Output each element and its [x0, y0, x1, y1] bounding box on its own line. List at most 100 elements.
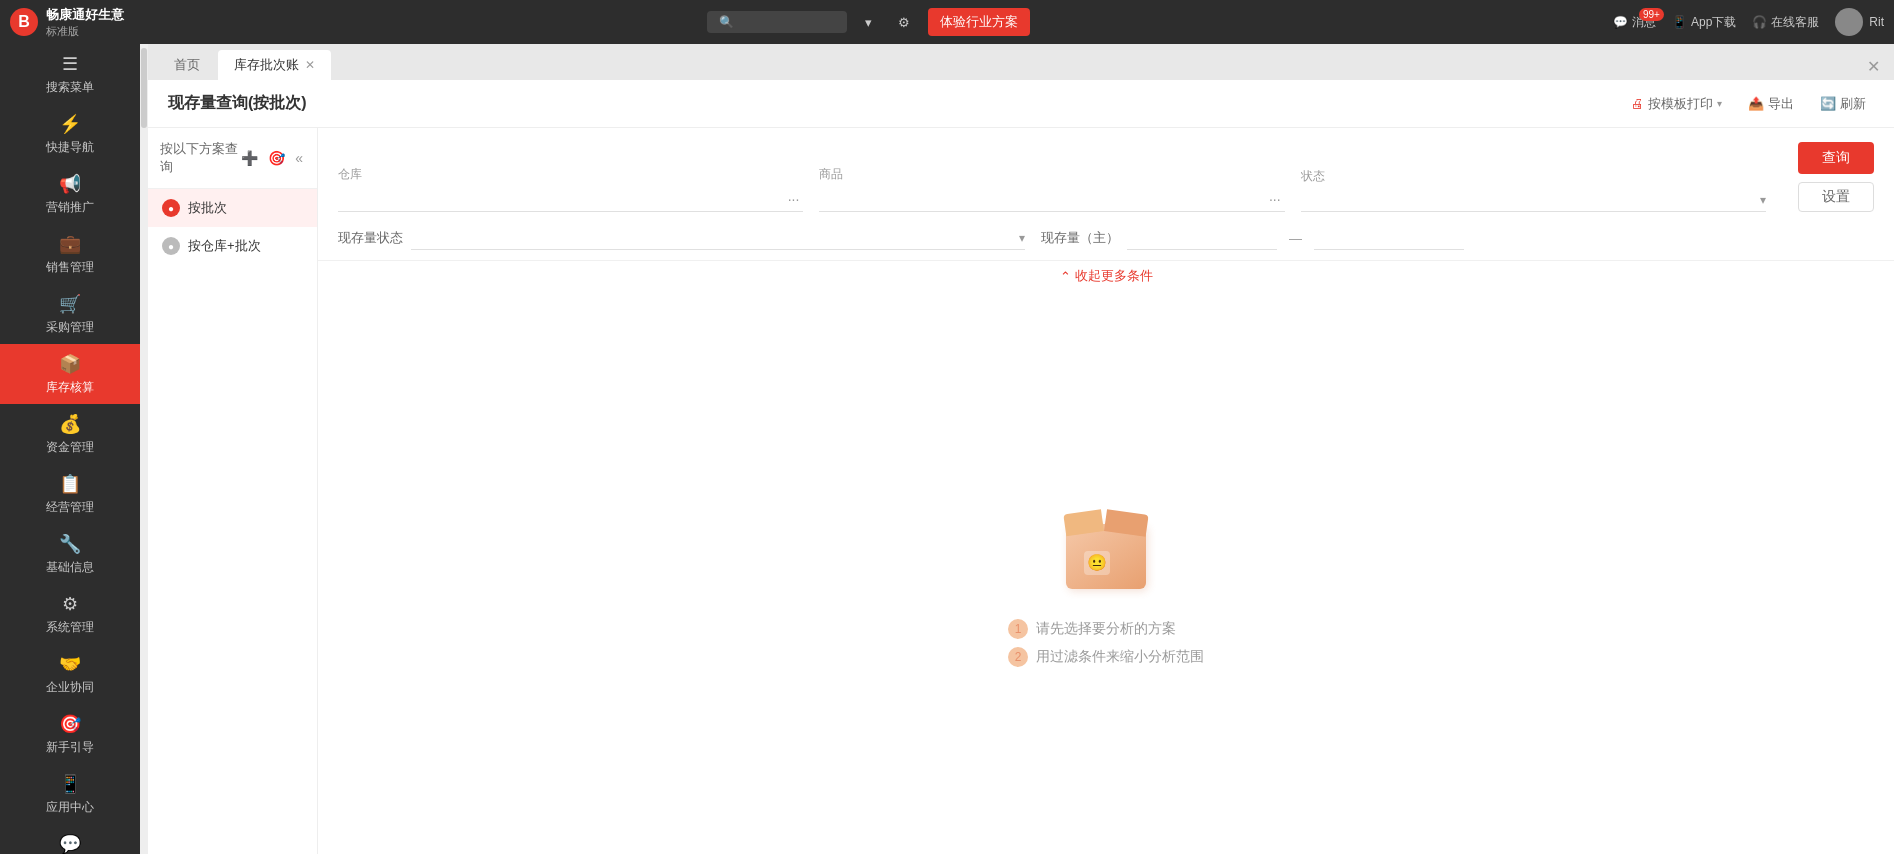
stock-amount-min-input[interactable]: [1127, 226, 1277, 250]
chevron-down-btn[interactable]: ▾: [857, 11, 880, 34]
sidebar-item-finance[interactable]: 💰 资金管理: [0, 404, 140, 464]
sidebar-item-label: 新手引导: [46, 739, 94, 756]
search-icon: 🔍: [719, 15, 734, 29]
empty-state: 😐 1 请先选择要分析的方案 2 用过滤条件来缩小分析范围: [318, 291, 1894, 854]
filter-area: 仓库 ··· 商品 ···: [318, 128, 1894, 291]
hint-num-2: 2: [1008, 647, 1028, 667]
inventory-icon: 📦: [59, 353, 81, 375]
marketing-icon: 📢: [59, 173, 81, 195]
messages-badge: 99+: [1639, 8, 1664, 21]
product-input-wrap: ···: [819, 187, 1284, 212]
print-button[interactable]: 🖨 按模板打印 ▾: [1623, 91, 1730, 117]
scheme-settings-btn[interactable]: 🎯: [266, 148, 287, 168]
empty-box-flap-left: [1063, 509, 1104, 536]
export-label: 导出: [1768, 95, 1794, 113]
content-area: 首页 库存批次账 ✕ ✕ 现存量查询(按批次) 🖨 按模板打印 ▾: [148, 44, 1894, 854]
hint-text-1: 请先选择要分析的方案: [1036, 620, 1176, 638]
filter-settings-button[interactable]: 设置: [1798, 182, 1874, 212]
add-scheme-btn[interactable]: ➕: [239, 148, 260, 168]
tab-batch-label: 库存批次账: [234, 56, 299, 74]
scheme-item-batch[interactable]: ● 按批次: [148, 189, 317, 227]
sidebar-item-basics[interactable]: 🔧 基础信息: [0, 524, 140, 584]
refresh-icon: 🔄: [1820, 96, 1836, 111]
stock-amount-max-input[interactable]: [1314, 226, 1464, 250]
scheme-item-warehouse-batch[interactable]: ● 按仓库+批次: [148, 227, 317, 265]
sidebar-item-purchase[interactable]: 🛒 采购管理: [0, 284, 140, 344]
refresh-button[interactable]: 🔄 刷新: [1812, 91, 1874, 117]
hint-item-2: 2 用过滤条件来缩小分析范围: [1008, 647, 1204, 667]
filter-row-1: 仓库 ··· 商品 ···: [318, 128, 1894, 226]
filter-warehouse: 仓库 ···: [338, 166, 803, 212]
sidebar-item-marketing[interactable]: 📢 营销推广: [0, 164, 140, 224]
sidebar-item-sales[interactable]: 💼 销售管理: [0, 224, 140, 284]
sidebar-item-enterprise[interactable]: 🤝 企业协同: [0, 644, 140, 704]
print-label: 按模板打印: [1648, 95, 1713, 113]
messages-action[interactable]: 💬 消息 99+: [1613, 14, 1656, 31]
tab-batch-account[interactable]: 库存批次账 ✕: [218, 50, 331, 80]
filter-stock-status: 现存量状态 ▾: [338, 227, 1025, 250]
sidebar-item-system[interactable]: ⚙ 系统管理: [0, 584, 140, 644]
settings-btn-topbar[interactable]: ⚙: [890, 11, 918, 34]
tab-home[interactable]: 首页: [158, 50, 216, 80]
sidebar-item-inventory[interactable]: 📦 库存核算: [0, 344, 140, 404]
top-search-bar[interactable]: 🔍: [707, 11, 847, 33]
brand-logo: B: [10, 8, 38, 36]
wechat-icon: 💬: [59, 833, 81, 855]
message-icon: 💬: [1613, 15, 1628, 29]
sidebar-item-label: 资金管理: [46, 439, 94, 456]
sidebar-item-wechat[interactable]: 💬 企业微信: [0, 824, 140, 854]
product-input[interactable]: [819, 192, 1265, 207]
sidebar-item-label: 搜索菜单: [46, 79, 94, 96]
enterprise-icon: 🤝: [59, 653, 81, 675]
brand-version: 标准版: [46, 24, 124, 39]
warehouse-input[interactable]: [338, 192, 784, 207]
top-bar-center: 🔍 ▾ ⚙ 体验行业方案: [124, 8, 1613, 36]
sidebar-item-search-menu[interactable]: ☰ 搜索菜单: [0, 44, 140, 104]
tab-bar-right: ✕: [1863, 53, 1884, 80]
query-button[interactable]: 查询: [1798, 142, 1874, 174]
collapse-panel-btn[interactable]: «: [293, 148, 305, 168]
status-chevron-icon: ▾: [1760, 193, 1766, 207]
online-service-action[interactable]: 🎧 在线客服: [1752, 14, 1819, 31]
sidebar-item-label: 库存核算: [46, 379, 94, 396]
stock-status-select[interactable]: ▾: [411, 227, 1025, 250]
user-profile[interactable]: Rit: [1835, 8, 1884, 36]
hint-num-1: 1: [1008, 619, 1028, 639]
print-chevron-icon: ▾: [1717, 98, 1722, 109]
brand-name: 畅康通好生意: [46, 6, 124, 24]
sidebar-item-quick-nav[interactable]: ⚡ 快捷导航: [0, 104, 140, 164]
trial-button[interactable]: 体验行业方案: [928, 8, 1030, 36]
sidebar-item-label: 营销推广: [46, 199, 94, 216]
sidebar: ☰ 搜索菜单 ⚡ 快捷导航 📢 营销推广 💼 销售管理 🛒 采购管理 📦 库: [0, 44, 140, 854]
hint-text-2: 用过滤条件来缩小分析范围: [1036, 648, 1204, 666]
sidebar-item-label: 快捷导航: [46, 139, 94, 156]
scheme-label-batch: 按批次: [188, 199, 227, 217]
app-download-action[interactable]: 📱 App下载: [1672, 14, 1736, 31]
left-panel-title: 按以下方案查询: [160, 140, 239, 176]
status-select-wrap[interactable]: ▾: [1301, 189, 1766, 212]
filter-row-2: 现存量状态 ▾ 现存量（主） —: [318, 226, 1894, 260]
sidebar-item-label: 采购管理: [46, 319, 94, 336]
left-panel-header: 按以下方案查询 ➕ 🎯 «: [148, 128, 317, 189]
product-dots-btn[interactable]: ···: [1265, 191, 1285, 207]
sidebar-item-newbie[interactable]: 🎯 新手引导: [0, 704, 140, 764]
sidebar-item-label: 基础信息: [46, 559, 94, 576]
sidebar-item-apps[interactable]: 📱 应用中心: [0, 764, 140, 824]
sidebar-scrollbar[interactable]: [140, 44, 148, 854]
status-label: 状态: [1301, 168, 1766, 185]
sidebar-item-label: 销售管理: [46, 259, 94, 276]
export-icon: 📤: [1748, 96, 1764, 111]
stock-status-label: 现存量状态: [338, 229, 403, 247]
sidebar-item-operations[interactable]: 📋 经营管理: [0, 464, 140, 524]
export-button[interactable]: 📤 导出: [1740, 91, 1802, 117]
warehouse-dots-btn[interactable]: ···: [784, 191, 804, 207]
stock-status-chevron-icon: ▾: [1019, 231, 1025, 245]
collapse-row[interactable]: ⌃ 收起更多条件: [318, 260, 1894, 291]
tab-close-icon[interactable]: ✕: [305, 58, 315, 72]
window-close-button[interactable]: ✕: [1863, 53, 1884, 80]
stock-amount-label: 现存量（主）: [1041, 229, 1119, 247]
page-header: 现存量查询(按批次) 🖨 按模板打印 ▾ 📤 导出 🔄 刷新: [148, 80, 1894, 128]
top-bar: B 畅康通好生意 标准版 🔍 ▾ ⚙ 体验行业方案 💬 消息 99+ 📱: [0, 0, 1894, 44]
filter-status: 状态 ▾: [1301, 168, 1766, 212]
top-bar-left: B 畅康通好生意 标准版: [10, 6, 124, 39]
